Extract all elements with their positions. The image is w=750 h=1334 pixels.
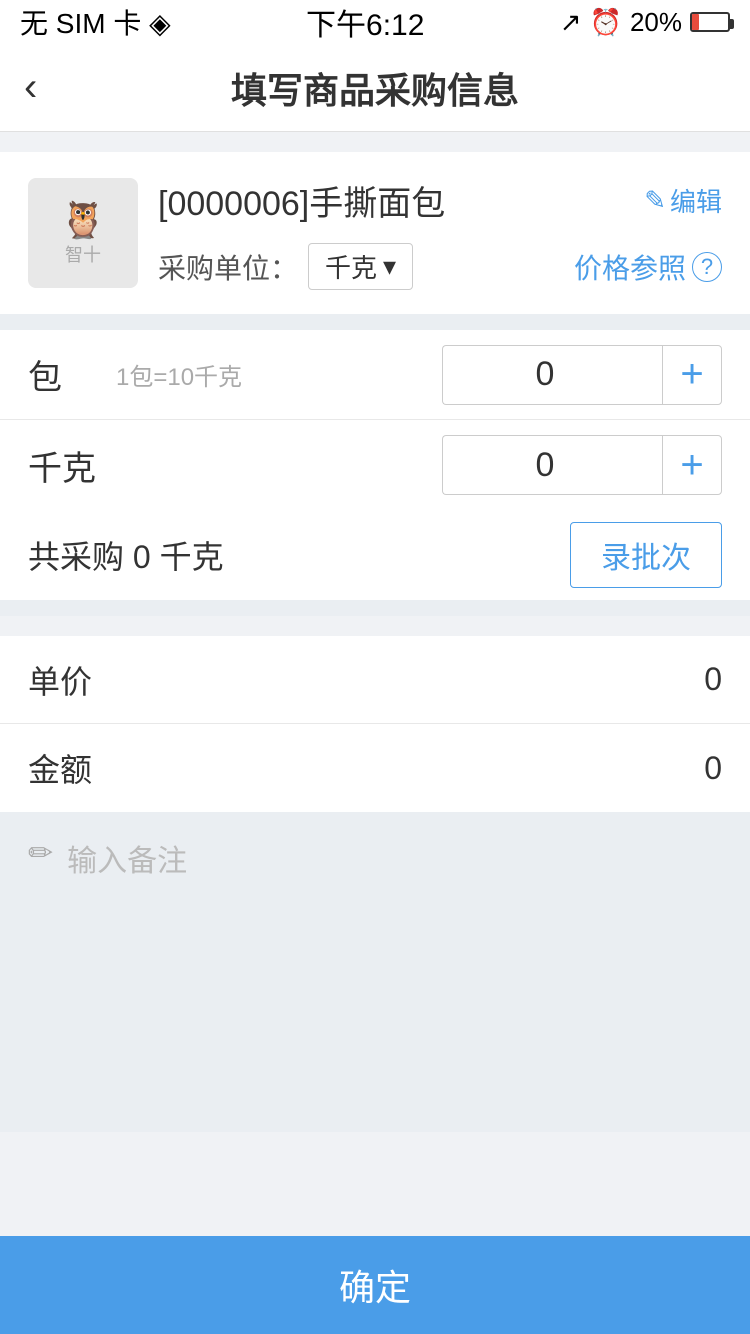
- amount-row: 金额 0: [0, 724, 750, 812]
- product-name-row: [0000006]手撕面包 ✎ 编辑: [158, 176, 722, 225]
- bag-plus-button[interactable]: +: [662, 345, 722, 405]
- location-icon: ↗: [560, 7, 582, 38]
- unit-price-label: 单价: [28, 657, 92, 703]
- amount-value: 0: [704, 750, 722, 787]
- unit-value: 千克: [325, 248, 377, 285]
- product-logo: 🦉智十: [48, 208, 118, 258]
- nav-bar: ‹ 填写商品采购信息: [0, 44, 750, 132]
- product-image: 🦉智十: [28, 178, 138, 288]
- bag-input-right: +: [442, 345, 722, 405]
- info-icon: ?: [692, 252, 722, 282]
- chevron-down-icon: ▾: [383, 251, 396, 282]
- status-left: 无 SIM 卡 ◈: [20, 2, 171, 42]
- alarm-icon: ⏰: [590, 7, 622, 38]
- unit-price-value: 0: [704, 661, 722, 698]
- input-section: 包 1包=10千克 + 千克 +: [0, 330, 750, 510]
- status-bar: 无 SIM 卡 ◈ 下午6:12 ↗ ⏰ 20%: [0, 0, 750, 44]
- divider-2: [0, 600, 750, 616]
- edit-button[interactable]: ✎ 编辑: [644, 182, 722, 219]
- edit-label: 编辑: [670, 182, 722, 219]
- divider-1: [0, 314, 750, 330]
- status-right: ↗ ⏰ 20%: [560, 7, 730, 38]
- sim-label: 无 SIM 卡 ◈: [20, 2, 171, 42]
- kg-input-row: 千克 +: [0, 420, 750, 510]
- kg-quantity-input[interactable]: [442, 435, 662, 495]
- unit-price-row: 单价 0: [0, 636, 750, 724]
- page-title: 填写商品采购信息: [231, 62, 519, 114]
- bag-input-row: 包 1包=10千克 +: [0, 330, 750, 420]
- battery-fill: [692, 14, 699, 30]
- back-button[interactable]: ‹: [24, 65, 37, 110]
- notes-placeholder: 输入备注: [67, 836, 187, 880]
- kg-label: 千克: [28, 441, 108, 490]
- unit-row: 采购单位： 千克 ▾ 价格参照 ?: [158, 243, 722, 290]
- content-space: [0, 912, 750, 1132]
- bag-sub-label: 1包=10千克: [116, 357, 242, 392]
- kg-plus-button[interactable]: +: [662, 435, 722, 495]
- price-ref-button[interactable]: 价格参照 ?: [574, 247, 722, 287]
- kg-input-right: +: [442, 435, 722, 495]
- total-label: 共采购 0 千克: [28, 532, 224, 578]
- product-name: [0000006]手撕面包: [158, 176, 445, 225]
- battery-percent: 20%: [630, 7, 682, 38]
- price-info-section: 单价 0 金额 0: [0, 636, 750, 812]
- product-info: [0000006]手撕面包 ✎ 编辑 采购单位： 千克 ▾ 价格参照 ?: [158, 176, 722, 290]
- battery-icon: [690, 12, 730, 32]
- unit-select[interactable]: 千克 ▾: [308, 243, 413, 290]
- pencil-icon: ✏: [28, 836, 53, 871]
- product-card: 🦉智十 [0000006]手撕面包 ✎ 编辑 采购单位： 千克 ▾ 价格参照 ?: [0, 152, 750, 314]
- amount-label: 金额: [28, 745, 92, 791]
- bag-quantity-input[interactable]: [442, 345, 662, 405]
- total-row: 共采购 0 千克 录批次: [0, 510, 750, 600]
- unit-label: 采购单位：: [158, 247, 298, 287]
- confirm-button[interactable]: 确定: [0, 1236, 750, 1334]
- price-ref-label: 价格参照: [574, 247, 686, 287]
- notes-section[interactable]: ✏ 输入备注: [0, 812, 750, 912]
- confirm-label: 确定: [339, 1259, 411, 1311]
- status-time: 下午6:12: [306, 0, 424, 44]
- bag-label: 包: [28, 350, 108, 399]
- edit-icon: ✎: [644, 185, 666, 216]
- record-batch-button[interactable]: 录批次: [570, 522, 722, 588]
